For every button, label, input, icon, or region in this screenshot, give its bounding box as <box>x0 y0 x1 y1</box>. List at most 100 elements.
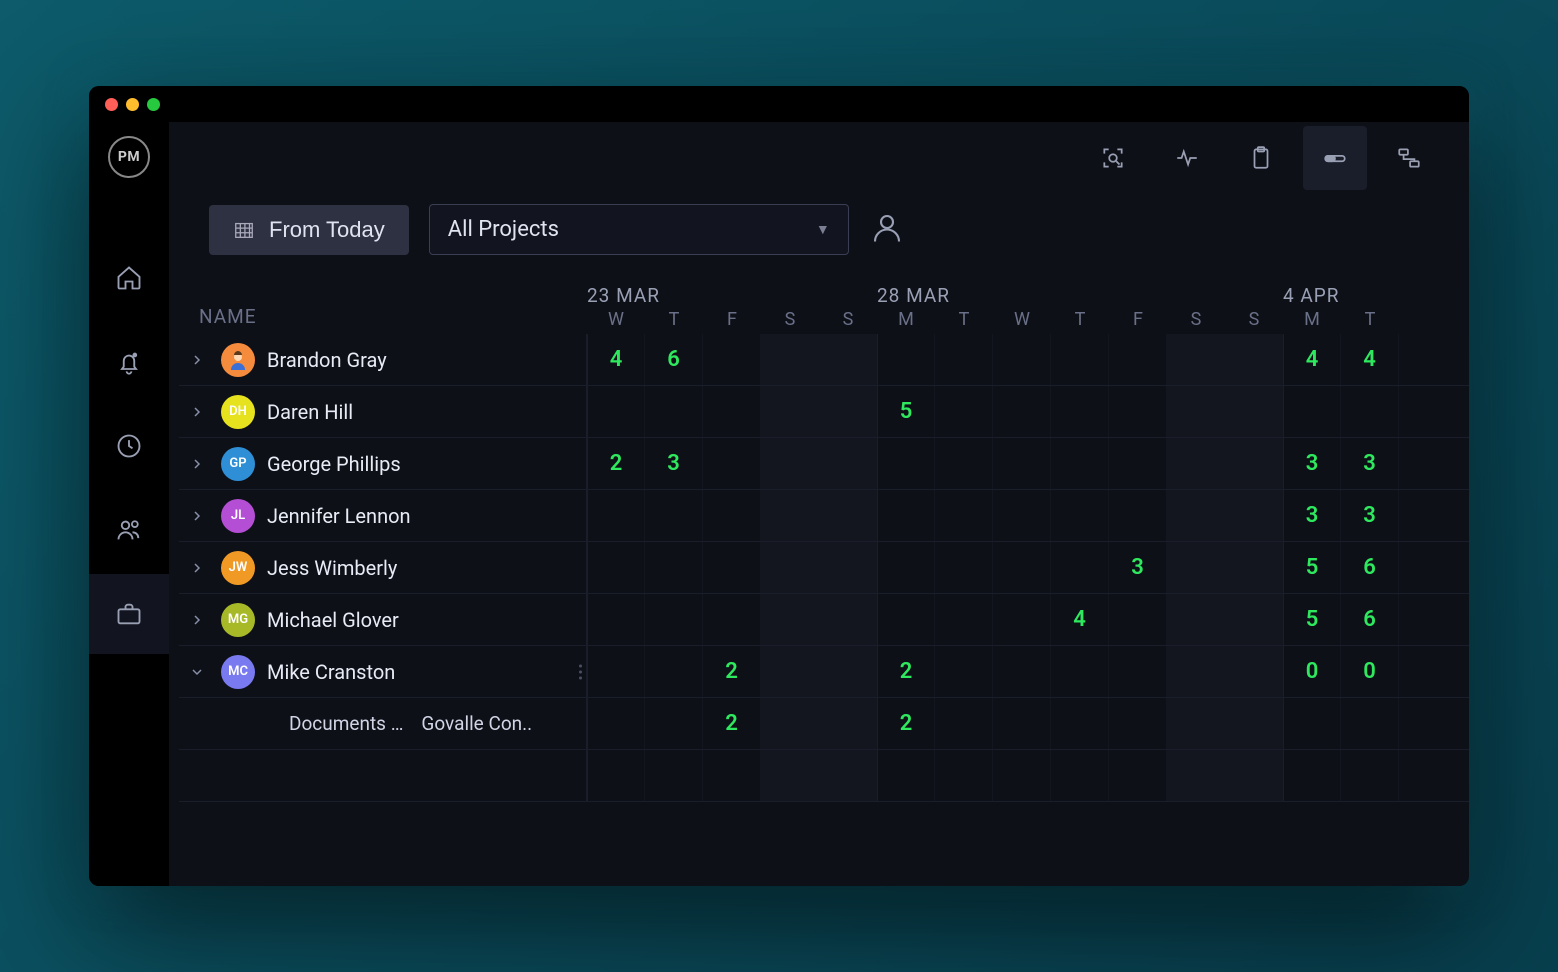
hours-cell[interactable] <box>761 334 819 385</box>
project-filter-dropdown[interactable]: All Projects ▼ <box>429 204 849 255</box>
hours-cell[interactable] <box>761 438 819 489</box>
hours-cell[interactable]: 4 <box>1341 334 1399 385</box>
hours-cell[interactable] <box>993 594 1051 645</box>
hours-cell[interactable] <box>761 386 819 437</box>
hours-cell[interactable] <box>1167 594 1225 645</box>
hours-cell[interactable] <box>877 542 935 593</box>
hours-cell[interactable]: 2 <box>703 646 761 697</box>
hours-cell[interactable]: 5 <box>877 386 935 437</box>
hours-cell[interactable] <box>1109 646 1167 697</box>
hours-cell[interactable]: 6 <box>1341 594 1399 645</box>
hours-cell[interactable] <box>993 386 1051 437</box>
hours-cell[interactable] <box>645 386 703 437</box>
hours-cell[interactable] <box>819 594 877 645</box>
hours-cell[interactable] <box>703 334 761 385</box>
hours-cell[interactable] <box>1225 542 1283 593</box>
hours-cell[interactable]: 5 <box>1283 594 1341 645</box>
hours-cell[interactable] <box>819 646 877 697</box>
hours-cell[interactable]: 5 <box>1283 542 1341 593</box>
hours-cell[interactable] <box>645 542 703 593</box>
hours-cell[interactable] <box>645 594 703 645</box>
hours-cell[interactable] <box>1109 490 1167 541</box>
hours-cell[interactable] <box>877 490 935 541</box>
hours-cell[interactable] <box>1225 490 1283 541</box>
hours-cell[interactable] <box>761 698 819 749</box>
hours-cell[interactable] <box>819 438 877 489</box>
hours-cell[interactable] <box>819 750 877 801</box>
hours-cell[interactable]: 6 <box>1341 542 1399 593</box>
hours-cell[interactable] <box>1341 750 1399 801</box>
hours-cell[interactable] <box>1051 750 1109 801</box>
hours-cell[interactable] <box>877 438 935 489</box>
window-zoom-dot[interactable] <box>147 98 160 111</box>
view-hierarchy[interactable] <box>1377 126 1441 190</box>
hours-cell[interactable] <box>761 542 819 593</box>
window-close-dot[interactable] <box>105 98 118 111</box>
hours-cell[interactable] <box>1109 386 1167 437</box>
hours-cell[interactable] <box>1225 386 1283 437</box>
hours-cell[interactable] <box>993 438 1051 489</box>
hours-cell[interactable] <box>1341 386 1399 437</box>
hours-cell[interactable]: 2 <box>703 698 761 749</box>
hours-cell[interactable] <box>935 490 993 541</box>
hours-cell[interactable] <box>587 698 645 749</box>
view-timeline[interactable] <box>1303 126 1367 190</box>
hours-cell[interactable] <box>1109 438 1167 489</box>
view-zoom[interactable] <box>1081 126 1145 190</box>
window-minimize-dot[interactable] <box>126 98 139 111</box>
hours-cell[interactable] <box>703 490 761 541</box>
hours-cell[interactable] <box>935 646 993 697</box>
hours-cell[interactable] <box>1109 750 1167 801</box>
hours-cell[interactable]: 2 <box>877 646 935 697</box>
hours-cell[interactable]: 3 <box>1341 490 1399 541</box>
hours-cell[interactable]: 0 <box>1341 646 1399 697</box>
hours-cell[interactable] <box>1225 594 1283 645</box>
hours-cell[interactable] <box>819 490 877 541</box>
hours-cell[interactable]: 2 <box>877 698 935 749</box>
nav-team[interactable] <box>89 490 169 570</box>
hours-cell[interactable] <box>761 750 819 801</box>
hours-cell[interactable] <box>1225 334 1283 385</box>
hours-cell[interactable] <box>703 438 761 489</box>
hours-cell[interactable] <box>1167 386 1225 437</box>
hours-cell[interactable] <box>645 698 703 749</box>
hours-cell[interactable] <box>935 594 993 645</box>
hours-cell[interactable] <box>1167 646 1225 697</box>
hours-cell[interactable] <box>1225 646 1283 697</box>
hours-cell[interactable] <box>1051 334 1109 385</box>
view-list[interactable] <box>1229 126 1293 190</box>
hours-cell[interactable]: 4 <box>1283 334 1341 385</box>
nav-workload[interactable] <box>89 574 169 654</box>
hours-cell[interactable] <box>877 594 935 645</box>
hours-cell[interactable] <box>935 542 993 593</box>
hours-cell[interactable] <box>1167 750 1225 801</box>
hours-cell[interactable] <box>1109 334 1167 385</box>
hours-cell[interactable]: 3 <box>1283 490 1341 541</box>
hours-cell[interactable] <box>587 386 645 437</box>
nav-notifications[interactable] <box>89 322 169 402</box>
expand-chevron[interactable] <box>185 504 209 528</box>
hours-cell[interactable] <box>703 386 761 437</box>
hours-cell[interactable] <box>993 698 1051 749</box>
hours-cell[interactable] <box>761 490 819 541</box>
hours-cell[interactable]: 6 <box>645 334 703 385</box>
hours-cell[interactable] <box>703 750 761 801</box>
hours-cell[interactable] <box>1225 438 1283 489</box>
hours-cell[interactable]: 3 <box>1283 438 1341 489</box>
hours-cell[interactable] <box>1167 438 1225 489</box>
hours-cell[interactable] <box>1167 490 1225 541</box>
expand-chevron[interactable] <box>185 400 209 424</box>
hours-cell[interactable] <box>935 698 993 749</box>
expand-chevron[interactable] <box>185 556 209 580</box>
hours-cell[interactable] <box>1051 386 1109 437</box>
hours-cell[interactable] <box>1109 698 1167 749</box>
hours-cell[interactable] <box>1283 698 1341 749</box>
hours-cell[interactable] <box>587 490 645 541</box>
hours-cell[interactable]: 0 <box>1283 646 1341 697</box>
hours-cell[interactable] <box>1109 594 1167 645</box>
nav-home[interactable] <box>89 238 169 318</box>
hours-cell[interactable]: 2 <box>587 438 645 489</box>
hours-cell[interactable] <box>761 594 819 645</box>
hours-cell[interactable] <box>1167 698 1225 749</box>
user-filter-button[interactable] <box>869 210 905 250</box>
